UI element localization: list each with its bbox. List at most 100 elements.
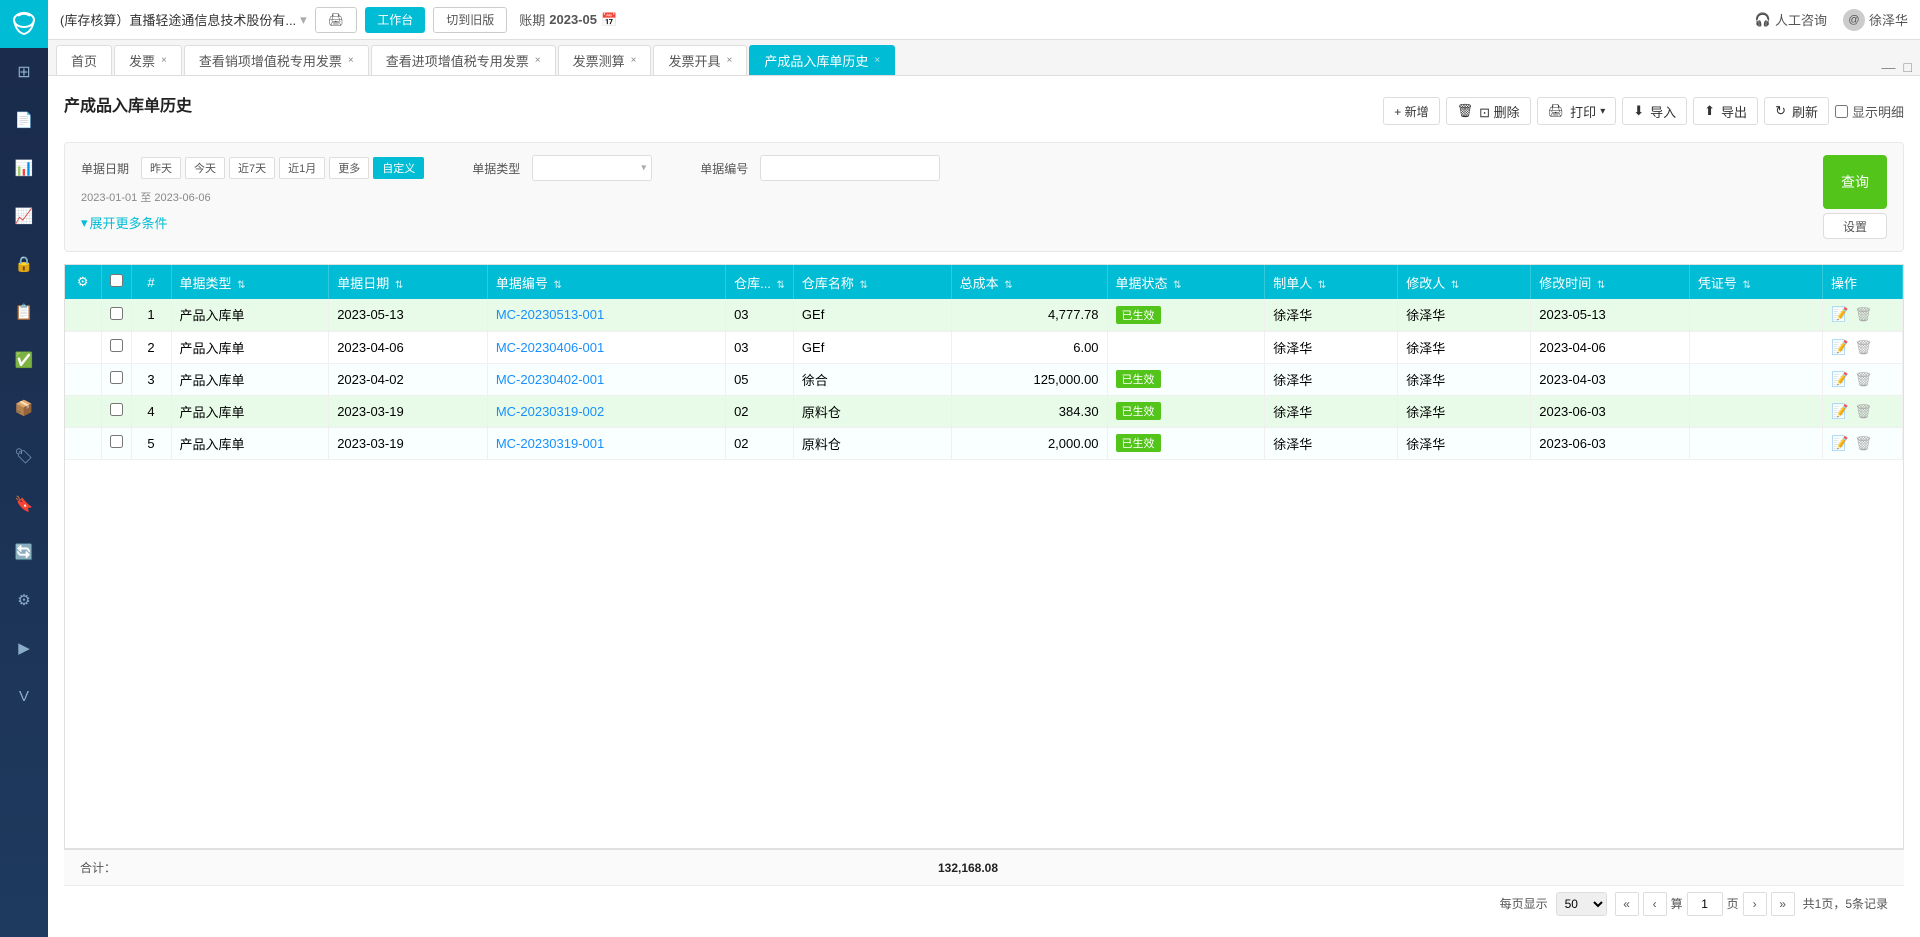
shortcut-7days[interactable]: 近7天 — [229, 157, 275, 179]
col-warehouse-code[interactable]: 仓库... ⇅ — [726, 265, 794, 299]
new-button[interactable]: + 新增 — [1383, 97, 1439, 125]
sidebar-item-record[interactable]: 📋 — [0, 288, 48, 336]
delete-icon[interactable]: 🗑 — [1854, 306, 1872, 323]
setting-button[interactable]: 设置 — [1823, 213, 1887, 239]
shortcut-more[interactable]: 更多 — [329, 157, 369, 179]
page-number-input[interactable] — [1687, 892, 1723, 916]
row-checkbox[interactable] — [110, 435, 123, 448]
delete-icon[interactable]: 🗑 — [1854, 435, 1872, 452]
col-type[interactable]: 单据类型 ⇅ — [171, 265, 329, 299]
tab-view-purchase-vat[interactable]: 查看进项增值税专用发票 × — [371, 45, 556, 75]
delete-icon[interactable]: 🗑 — [1854, 403, 1872, 420]
next-page-button[interactable]: › — [1743, 892, 1767, 916]
sidebar-item-doc[interactable]: 📄 — [0, 96, 48, 144]
sidebar-item-settings[interactable]: ⚙ — [0, 576, 48, 624]
expand-filter-button[interactable]: ▾ 展开更多条件 — [81, 213, 168, 232]
tab-invoice-calc[interactable]: 发票测算 × — [558, 45, 652, 75]
show-detail-checkbox[interactable] — [1835, 105, 1848, 118]
user-info[interactable]: @ 徐泽华 — [1843, 9, 1908, 31]
last-page-button[interactable]: » — [1771, 892, 1795, 916]
edit-icon[interactable]: 📝 — [1831, 306, 1848, 323]
sidebar-item-lock[interactable]: 🔒 — [0, 240, 48, 288]
row-number[interactable]: MC-20230402-001 — [487, 363, 725, 395]
row-checkbox-cell[interactable] — [101, 363, 131, 395]
edit-icon[interactable]: 📝 — [1831, 435, 1848, 452]
minimize-button[interactable]: — — [1882, 59, 1896, 75]
tab-product-inbound-history[interactable]: 产成品入库单历史 × — [749, 45, 895, 75]
col-select-all[interactable] — [101, 265, 131, 299]
number-filter-input[interactable] — [760, 155, 940, 181]
col-modifier[interactable]: 修改人 ⇅ — [1398, 265, 1531, 299]
refresh-button[interactable]: ↻ 刷新 — [1764, 97, 1829, 125]
row-checkbox[interactable] — [110, 339, 123, 352]
export-button[interactable]: ⬆ 导出 — [1693, 97, 1758, 125]
row-checkbox-cell[interactable] — [101, 331, 131, 363]
row-number-link[interactable]: MC-20230319-001 — [496, 436, 604, 451]
shortcut-yesterday[interactable]: 昨天 — [141, 157, 181, 179]
import-button[interactable]: ⬇ 导入 — [1622, 97, 1687, 125]
sidebar-item-refresh[interactable]: 🔄 — [0, 528, 48, 576]
row-number[interactable]: MC-20230406-001 — [487, 331, 725, 363]
col-number[interactable]: 单据编号 ⇅ — [487, 265, 725, 299]
sidebar-item-cost[interactable]: 🏷 — [0, 432, 48, 480]
row-number[interactable]: MC-20230319-001 — [487, 427, 725, 459]
query-button[interactable]: 查询 — [1823, 155, 1887, 209]
col-total-cost[interactable]: 总成本 ⇅ — [951, 265, 1107, 299]
shortcut-today[interactable]: 今天 — [185, 157, 225, 179]
maximize-button[interactable]: □ — [1904, 59, 1912, 75]
tab-home[interactable]: 首页 — [56, 45, 112, 75]
row-number-link[interactable]: MC-20230513-001 — [496, 307, 604, 322]
tab-invoice[interactable]: 发票 × — [114, 45, 182, 75]
edit-icon[interactable]: 📝 — [1831, 371, 1848, 388]
tab-view-purchase-vat-close[interactable]: × — [535, 55, 541, 66]
type-filter-select[interactable]: 产品入库单 — [532, 155, 652, 181]
row-number[interactable]: MC-20230513-001 — [487, 299, 725, 331]
tab-invoice-close[interactable]: × — [161, 55, 167, 66]
row-checkbox-cell[interactable] — [101, 299, 131, 331]
sidebar-item-play[interactable]: ▶ — [0, 624, 48, 672]
delete-icon[interactable]: 🗑 — [1854, 339, 1872, 356]
app-logo[interactable] — [0, 0, 48, 48]
sidebar-item-data[interactable]: 📊 — [0, 144, 48, 192]
row-checkbox[interactable] — [110, 307, 123, 320]
edit-icon[interactable]: 📝 — [1831, 403, 1848, 420]
help-info[interactable]: 🎧 人工咨询 — [1755, 10, 1827, 29]
col-voucher[interactable]: 凭证号 ⇅ — [1689, 265, 1822, 299]
tab-invoice-issue-close[interactable]: × — [726, 55, 732, 66]
prev-page-button[interactable]: ‹ — [1643, 892, 1667, 916]
old-version-button[interactable]: 切到旧版 — [433, 7, 507, 33]
row-checkbox-cell[interactable] — [101, 395, 131, 427]
row-number-link[interactable]: MC-20230406-001 — [496, 340, 604, 355]
per-page-select[interactable]: 50 10 20 100 — [1556, 892, 1607, 916]
select-all-checkbox[interactable] — [110, 274, 123, 287]
workbench-button[interactable]: 工作台 — [365, 7, 425, 33]
delete-button[interactable]: 🗑 ⊡ 删除 — [1446, 97, 1531, 125]
sidebar-item-stamp[interactable]: 🔖 — [0, 480, 48, 528]
delete-icon[interactable]: 🗑 — [1854, 371, 1872, 388]
sidebar-item-inventory[interactable]: 📦 — [0, 384, 48, 432]
sidebar-item-chart[interactable]: 📈 — [0, 192, 48, 240]
tab-view-sales-vat-close[interactable]: × — [348, 55, 354, 66]
sidebar-item-check[interactable]: ✅ — [0, 336, 48, 384]
sidebar-item-home[interactable]: ⊞ — [0, 48, 48, 96]
col-date[interactable]: 单据日期 ⇅ — [329, 265, 488, 299]
company-selector[interactable]: (库存核算）直播轻途通信息技术股份有... ▾ — [60, 10, 307, 29]
tab-product-inbound-history-close[interactable]: × — [874, 55, 880, 66]
shortcut-custom[interactable]: 自定义 — [373, 157, 424, 179]
tab-invoice-calc-close[interactable]: × — [631, 55, 637, 66]
print-icon-btn[interactable]: 🖨 — [315, 7, 358, 33]
row-number-link[interactable]: MC-20230319-002 — [496, 404, 604, 419]
tab-invoice-issue[interactable]: 发票开具 × — [653, 45, 747, 75]
calendar-icon[interactable]: 📅 — [601, 12, 617, 28]
col-warehouse-name[interactable]: 仓库名称 ⇅ — [793, 265, 951, 299]
shortcut-1month[interactable]: 近1月 — [279, 157, 325, 179]
row-checkbox[interactable] — [110, 371, 123, 384]
tab-view-sales-vat[interactable]: 查看销项增值税专用发票 × — [184, 45, 369, 75]
first-page-button[interactable]: « — [1615, 892, 1639, 916]
row-number-link[interactable]: MC-20230402-001 — [496, 372, 604, 387]
col-modify-time[interactable]: 修改时间 ⇅ — [1531, 265, 1690, 299]
sidebar-item-version[interactable]: V — [0, 672, 48, 720]
col-settings[interactable]: ⚙ — [65, 265, 101, 299]
print-button[interactable]: 🖨 打印 ▾ — [1537, 97, 1617, 125]
col-creator[interactable]: 制单人 ⇅ — [1265, 265, 1398, 299]
